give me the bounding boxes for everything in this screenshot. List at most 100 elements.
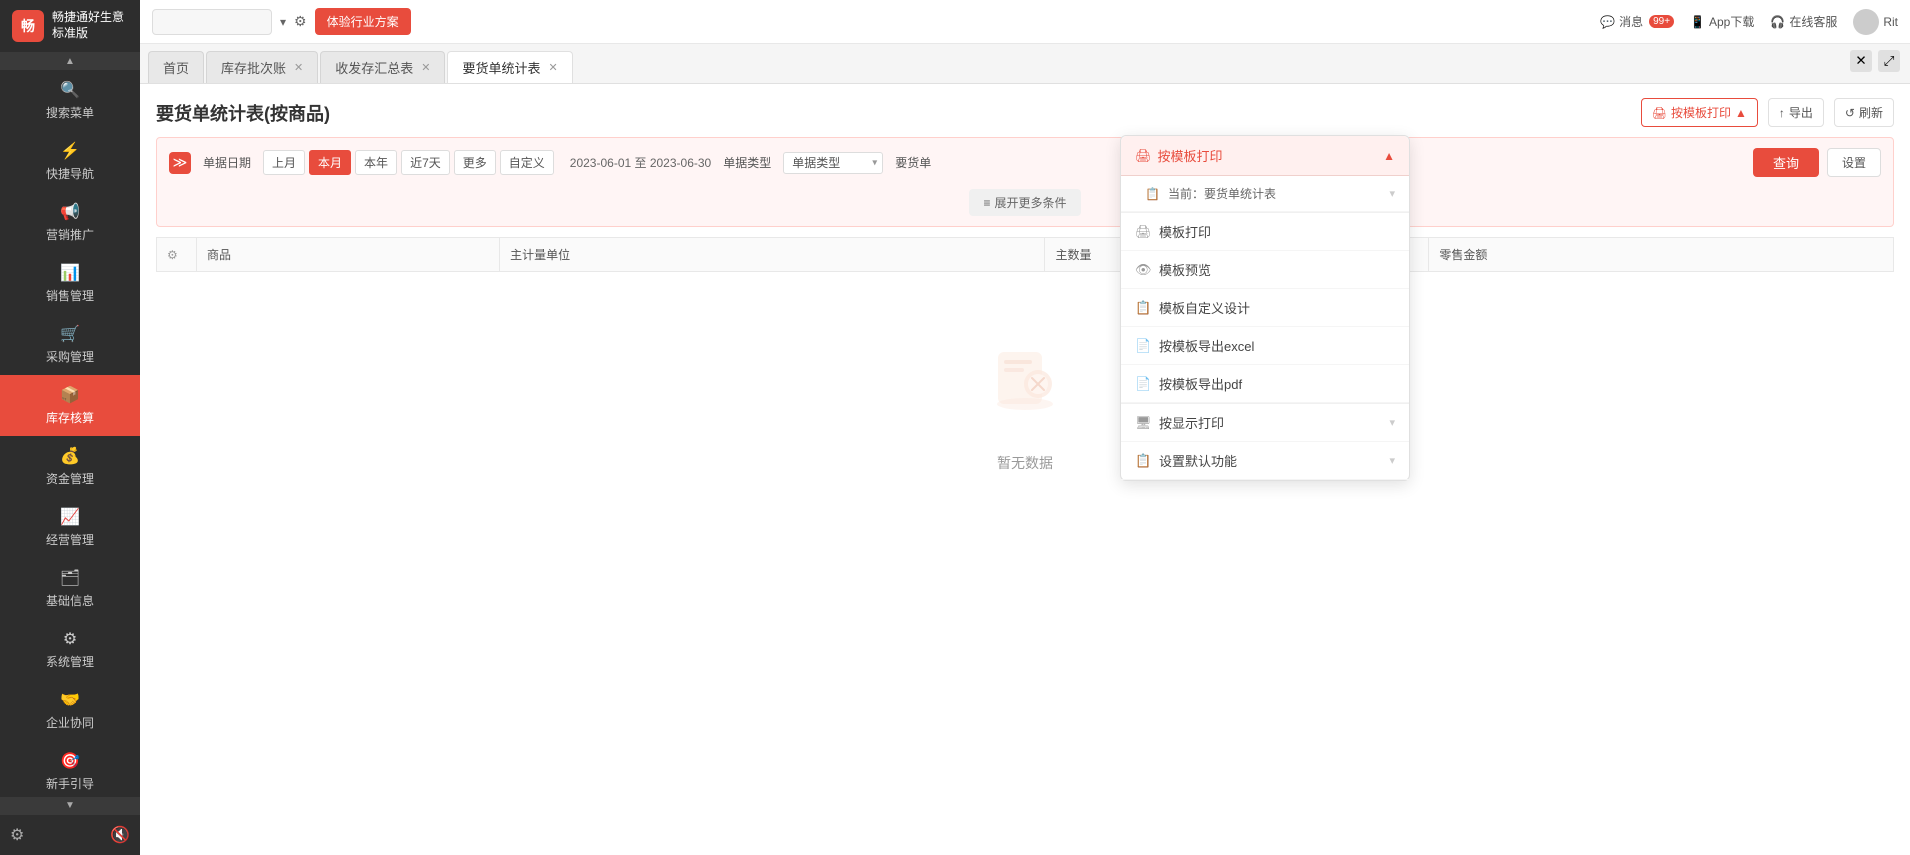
tab-close-all-button[interactable]: ✕: [1850, 50, 1872, 72]
sidebar-scroll-down[interactable]: ▼: [0, 797, 140, 814]
sidebar-item-search[interactable]: 🔍 搜索菜单: [0, 70, 140, 131]
date-btn-custom[interactable]: 自定义: [500, 150, 554, 175]
corp-icon: 🤝: [60, 690, 80, 710]
export-button[interactable]: ↑ 导出: [1768, 98, 1824, 127]
print-arrow-icon: ▲: [1735, 106, 1747, 120]
sidebar-item-sales[interactable]: 📊 销售管理: [0, 253, 140, 314]
sidebar-item-marketing-label: 营销推广: [46, 226, 94, 243]
settings-footer-icon[interactable]: ⚙: [10, 825, 24, 845]
sidebar-item-inventory[interactable]: 📦 库存核算: [0, 375, 140, 436]
tab-collection-summary[interactable]: 收发存汇总表 ✕: [320, 51, 445, 83]
sidebar-item-basic[interactable]: 🗂 基础信息: [0, 558, 140, 619]
tab-inventory-batch[interactable]: 库存批次账 ✕: [206, 51, 318, 83]
page-title: 要货单统计表(按商品): [156, 100, 330, 126]
search-nav-icon: 🔍: [60, 80, 80, 100]
online-service-button[interactable]: 🎧 在线客服: [1770, 13, 1837, 30]
tab-expand-button[interactable]: ⤢: [1878, 50, 1900, 72]
tab-collection-summary-close[interactable]: ✕: [421, 61, 430, 74]
filter-toggle-button[interactable]: ≫: [169, 152, 191, 174]
sidebar-item-purchase[interactable]: 🛒 采购管理: [0, 314, 140, 375]
dropdown-default-func[interactable]: 📋 设置默认功能 ▾: [1121, 442, 1409, 480]
topbar-dropdown-arrow[interactable]: ▾: [280, 15, 286, 29]
sidebar-item-operation[interactable]: 📈 经营管理: [0, 497, 140, 558]
print-label: 按模板打印: [1671, 104, 1731, 121]
display-print-arrow: ▾: [1389, 416, 1395, 429]
filter-settings-button[interactable]: 设置: [1827, 148, 1881, 177]
sidebar-item-system[interactable]: ⚙ 系统管理: [0, 619, 140, 680]
dropdown-header-left: 🖨 按模板打印: [1135, 146, 1223, 165]
audio-footer-icon[interactable]: 🔇: [110, 825, 130, 845]
template-excel-label: 按模板导出excel: [1159, 336, 1395, 355]
tab-bar: 首页 库存批次账 ✕ 收发存汇总表 ✕ 要货单统计表 ✕ ✕ ⤢: [140, 44, 1910, 84]
table-settings-icon[interactable]: ⚙: [167, 248, 178, 262]
print-template-button[interactable]: 🖨 按模板打印 ▲: [1641, 98, 1758, 127]
col-goods: 商品: [197, 238, 500, 272]
dropdown-template-print[interactable]: 🖨 模板打印: [1121, 213, 1409, 251]
sidebar-scroll-up[interactable]: ▲: [0, 53, 140, 70]
tab-inventory-batch-label: 库存批次账: [221, 58, 286, 77]
date-btn-year[interactable]: 本年: [355, 150, 397, 175]
message-badge: 99+: [1649, 15, 1674, 28]
template-print-icon: 🖨: [1135, 224, 1151, 240]
sidebar-item-shortcut[interactable]: ⚡ 快捷导航: [0, 131, 140, 192]
page-content: 要货单统计表(按商品) 🖨 按模板打印 ▲ ↑ 导出 ↺ 刷新: [140, 84, 1910, 855]
dropdown-close-icon[interactable]: ▲: [1383, 149, 1395, 163]
newbie-icon: 🎯: [60, 751, 80, 771]
template-design-label: 模板自定义设计: [1159, 298, 1395, 317]
dropdown-header-label: 按模板打印: [1158, 146, 1223, 165]
app-download-button[interactable]: 📱 App下载: [1690, 13, 1754, 30]
sidebar-item-sales-label: 销售管理: [46, 287, 94, 304]
sidebar-item-marketing[interactable]: 📢 营销推广: [0, 192, 140, 253]
user-avatar-area[interactable]: Rit: [1853, 9, 1898, 35]
finance-icon: 💰: [60, 446, 80, 466]
refresh-icon: ↺: [1845, 106, 1855, 120]
topbar-search-input[interactable]: [152, 9, 272, 35]
sidebar-item-corp[interactable]: 🤝 企业协同: [0, 680, 140, 741]
tab-home[interactable]: 首页: [148, 51, 204, 83]
topbar-gear-icon[interactable]: ⚙: [294, 13, 307, 30]
current-template-icon: 📋: [1145, 187, 1160, 201]
sidebar-item-system-label: 系统管理: [46, 653, 94, 670]
date-btn-more[interactable]: 更多: [454, 150, 496, 175]
display-print-label: 按显示打印: [1159, 413, 1381, 432]
logo-icon: 畅: [12, 10, 44, 42]
tab-order-stats-close[interactable]: ✕: [549, 61, 558, 74]
sidebar-item-purchase-label: 采购管理: [46, 348, 94, 365]
avatar: [1853, 9, 1879, 35]
print-dropdown: 🖨 按模板打印 ▲ 📋 当前：要货单统计表 ▾ 🖨 模板打印 👁 模板预览: [1120, 135, 1410, 481]
expand-label: 展开更多条件: [995, 194, 1067, 211]
tab-actions: ✕ ⤢: [1850, 50, 1900, 72]
inventory-icon: 📦: [60, 385, 80, 405]
template-preview-label: 模板预览: [1159, 260, 1395, 279]
trial-button[interactable]: 体验行业方案: [315, 8, 411, 35]
refresh-button[interactable]: ↺ 刷新: [1834, 98, 1894, 127]
dropdown-display-print[interactable]: 🖥 按显示打印 ▾: [1121, 404, 1409, 442]
dropdown-template-design[interactable]: 📋 模板自定义设计: [1121, 289, 1409, 327]
dropdown-template-pdf[interactable]: 📄 按模板导出pdf: [1121, 365, 1409, 403]
dropdown-template-excel[interactable]: 📄 按模板导出excel: [1121, 327, 1409, 365]
date-range-display: 2023-06-01 至 2023-06-30: [570, 154, 711, 171]
order-type-select[interactable]: 单据类型: [783, 152, 883, 174]
current-template-label: 当前：要货单统计表: [1168, 185, 1276, 202]
tab-order-stats[interactable]: 要货单统计表 ✕: [447, 51, 572, 83]
date-btn-cur[interactable]: 本月: [309, 150, 351, 175]
sidebar-item-finance[interactable]: 💰 资金管理: [0, 436, 140, 497]
tab-collection-summary-label: 收发存汇总表: [335, 58, 413, 77]
dropdown-template-preview[interactable]: 👁 模板预览: [1121, 251, 1409, 289]
dropdown-current-template[interactable]: 📋 当前：要货单统计表 ▾: [1121, 176, 1409, 212]
tab-home-label: 首页: [163, 58, 189, 77]
date-btn-7days[interactable]: 近7天: [401, 150, 450, 175]
template-preview-icon: 👁: [1135, 262, 1151, 278]
tab-inventory-batch-close[interactable]: ✕: [294, 61, 303, 74]
sidebar-item-newbie[interactable]: 🎯 新手引导: [0, 741, 140, 797]
col-settings[interactable]: ⚙: [157, 238, 197, 272]
empty-text: 暂无数据: [997, 453, 1053, 473]
sidebar-item-finance-label: 资金管理: [46, 470, 94, 487]
main-area: ▾ ⚙ 体验行业方案 💬 消息 99+ 📱 App下载 🎧 在线客服 Rit: [140, 0, 1910, 855]
template-excel-icon: 📄: [1135, 338, 1151, 354]
expand-more-button[interactable]: ≡ 展开更多条件: [969, 189, 1080, 216]
query-button[interactable]: 查询: [1753, 148, 1819, 177]
message-button[interactable]: 💬 消息 99+: [1600, 13, 1674, 30]
col-unit: 主计量单位: [500, 238, 1045, 272]
date-btn-prev[interactable]: 上月: [263, 150, 305, 175]
